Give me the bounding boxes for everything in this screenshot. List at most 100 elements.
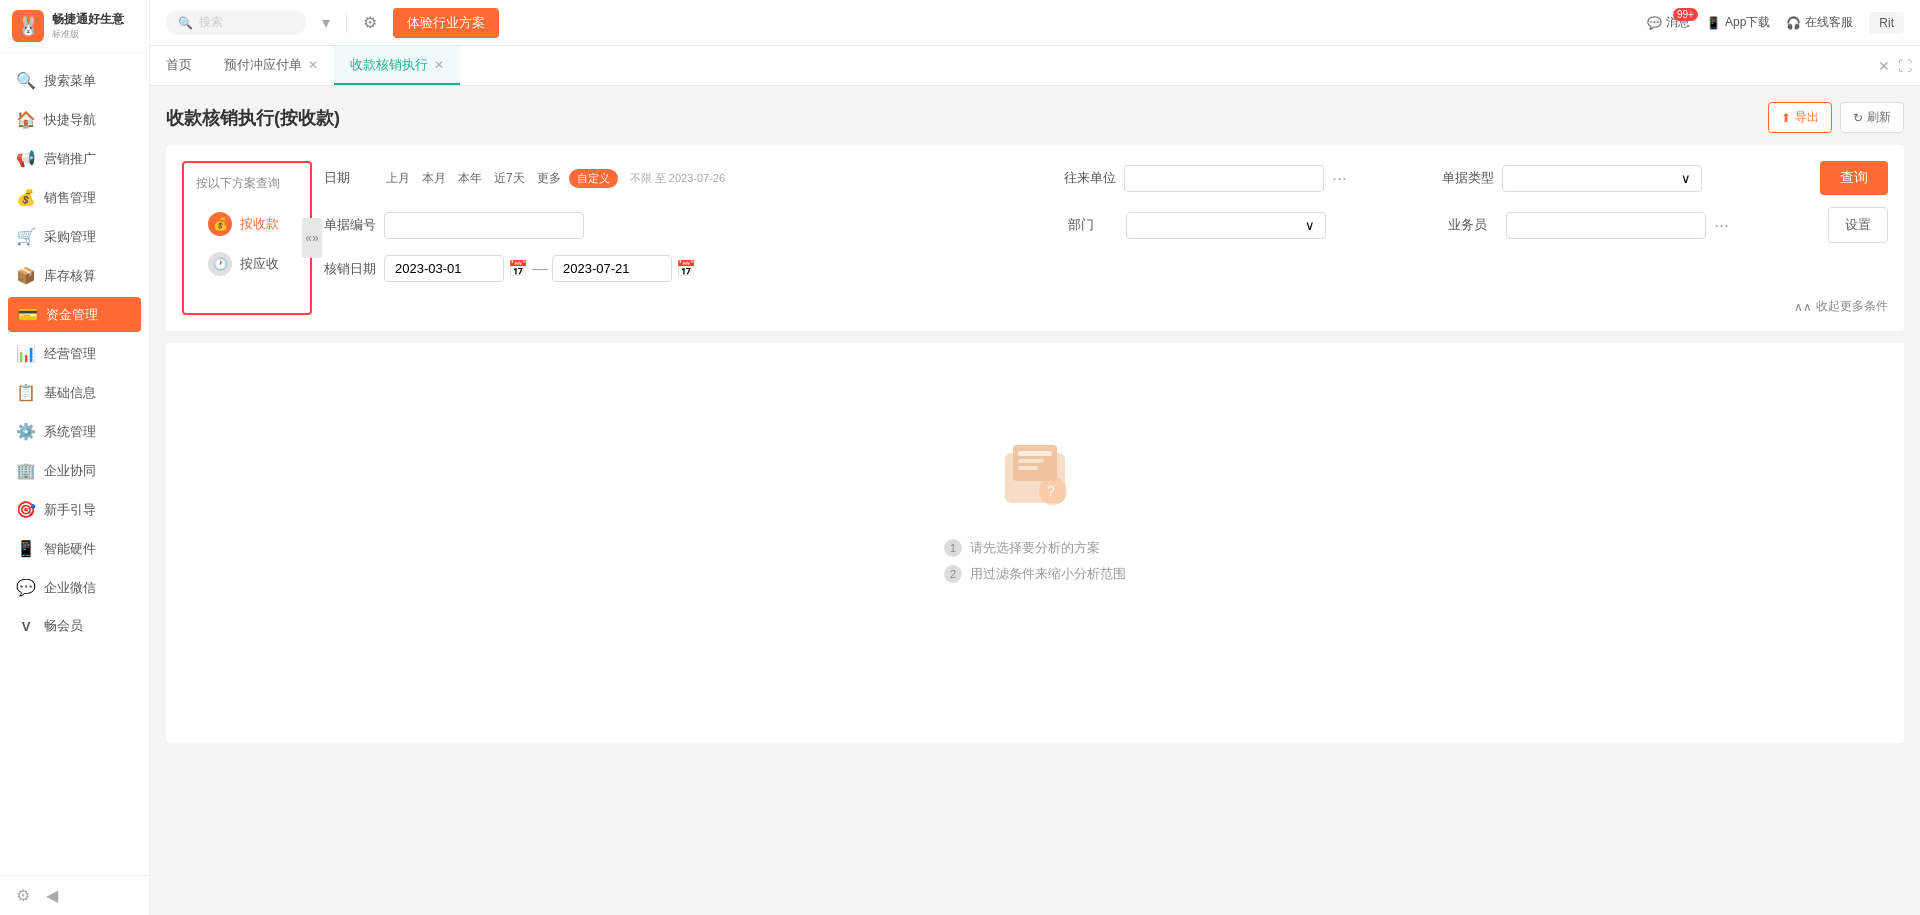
content-area: ? 1 请先选择要分析的方案 2 用过滤条件来缩小分析范围 bbox=[166, 343, 1904, 743]
sidebar-nav: 🔍 搜索菜单 🏠 快捷导航 📢 营销推广 💰 销售管理 🛒 采购管理 📦 库存核… bbox=[0, 53, 149, 875]
query-button[interactable]: 查询 bbox=[1820, 161, 1888, 195]
sales-icon: 💰 bbox=[16, 188, 36, 207]
collapse-more-button[interactable]: ∧∧ 收起更多条件 bbox=[324, 298, 1888, 315]
chevron-up-icon: ∧∧ bbox=[1794, 300, 1812, 314]
verify-end-cal-icon[interactable]: 📅 bbox=[676, 259, 696, 278]
dept-label: 部门 bbox=[1068, 216, 1118, 234]
collapse-sidebar-icon[interactable]: ◀ bbox=[46, 886, 58, 905]
dept-chevron-icon: ∨ bbox=[1305, 218, 1315, 233]
finance-icon: 💳 bbox=[18, 305, 38, 324]
receivable-query-icon: 🕐 bbox=[208, 252, 232, 276]
empty-tip-2: 2 用过滤条件来缩小分析范围 bbox=[944, 565, 1126, 583]
sidebar-item-wechat[interactable]: 💬 企业微信 bbox=[0, 568, 149, 607]
sidebar-item-finance[interactable]: 💳 资金管理 bbox=[8, 297, 141, 332]
setting-button[interactable]: 设置 bbox=[1828, 207, 1888, 243]
industry-solution-button[interactable]: 体验行业方案 bbox=[393, 8, 499, 38]
empty-tips: 1 请先选择要分析的方案 2 用过滤条件来缩小分析范围 bbox=[944, 539, 1126, 583]
hardware-icon: 📱 bbox=[16, 539, 36, 558]
sidebar-item-shortcut[interactable]: 🏠 快捷导航 bbox=[0, 100, 149, 139]
topbar-divider bbox=[346, 13, 347, 33]
sidebar-item-hardware[interactable]: 📱 智能硬件 bbox=[0, 529, 149, 568]
close-prepay-tab-icon[interactable]: ✕ bbox=[308, 58, 318, 72]
empty-tip-1: 1 请先选择要分析的方案 bbox=[944, 539, 1126, 557]
empty-state: ? 1 请先选择要分析的方案 2 用过滤条件来缩小分析范围 bbox=[166, 343, 1904, 663]
date-custom[interactable]: 自定义 bbox=[569, 169, 618, 188]
verify-end-date-input[interactable] bbox=[552, 255, 672, 282]
collapse-query-panel-button[interactable]: «» bbox=[302, 218, 322, 258]
verify-date-group: 核销日期 📅 — 📅 bbox=[324, 255, 1888, 282]
date-range-text: 不限 至 2023-07-26 bbox=[630, 171, 725, 186]
staff-label: 业务员 bbox=[1448, 216, 1498, 234]
inventory-icon: 📦 bbox=[16, 266, 36, 285]
gear-icon[interactable]: ⚙ bbox=[363, 13, 377, 32]
docno-input[interactable] bbox=[384, 212, 584, 239]
tab-home[interactable]: 首页 bbox=[150, 46, 208, 85]
dept-dropdown[interactable]: ∨ bbox=[1126, 212, 1326, 239]
date-this-year[interactable]: 本年 bbox=[454, 168, 486, 189]
partner-dots-icon[interactable]: ··· bbox=[1332, 168, 1347, 189]
dept-filter-group: 部门 ∨ bbox=[1068, 212, 1432, 239]
logo-text: 畅捷通好生意 标准版 bbox=[52, 11, 124, 41]
sidebar: 🐰 畅捷通好生意 标准版 🔍 搜索菜单 🏠 快捷导航 📢 营销推广 💰 销售管理… bbox=[0, 0, 150, 915]
refresh-icon: ↻ bbox=[1853, 111, 1863, 125]
doctype-label: 单据类型 bbox=[1442, 169, 1494, 187]
online-service-button[interactable]: 🎧 在线客服 bbox=[1786, 14, 1853, 31]
date-7days[interactable]: 近7天 bbox=[490, 168, 529, 189]
search-nav-icon: 🔍 bbox=[16, 71, 36, 90]
export-icon: ⬆ bbox=[1781, 111, 1791, 125]
topbar-search[interactable]: 🔍 搜索 bbox=[166, 10, 306, 35]
close-receipt-tab-icon[interactable]: ✕ bbox=[434, 58, 444, 72]
tab-prepay[interactable]: 预付冲应付单 ✕ bbox=[208, 46, 334, 85]
user-menu[interactable]: Rit bbox=[1869, 12, 1904, 34]
partner-input[interactable] bbox=[1124, 165, 1324, 192]
query-type-panel: 按以下方案查询 💰 按收款 🕐 按应收 «» bbox=[182, 161, 312, 315]
sidebar-item-system[interactable]: ⚙️ 系统管理 bbox=[0, 412, 149, 451]
svg-text:?: ? bbox=[1047, 483, 1055, 499]
settings-footer-icon[interactable]: ⚙ bbox=[16, 886, 30, 905]
partner-label: 往来单位 bbox=[1064, 169, 1116, 187]
topbar: 🔍 搜索 ▾ ⚙ 体验行业方案 💬 消息 99+ 📱 App下载 🎧 在线客服 … bbox=[150, 0, 1920, 46]
message-button[interactable]: 💬 消息 99+ bbox=[1647, 14, 1690, 31]
member-icon: V bbox=[16, 619, 36, 634]
home-icon: 🏠 bbox=[16, 110, 36, 129]
sidebar-item-operations[interactable]: 📊 经营管理 bbox=[0, 334, 149, 373]
close-window-icon[interactable]: ✕ bbox=[1878, 58, 1890, 74]
sidebar-item-marketing[interactable]: 📢 营销推广 bbox=[0, 139, 149, 178]
date-more[interactable]: 更多 bbox=[533, 168, 565, 189]
date-this-month[interactable]: 本月 bbox=[418, 168, 450, 189]
sidebar-item-search[interactable]: 🔍 搜索菜单 bbox=[0, 61, 149, 100]
staff-input[interactable] bbox=[1506, 212, 1706, 239]
verify-start-date-input[interactable] bbox=[384, 255, 504, 282]
staff-filter-group: 业务员 ··· bbox=[1448, 212, 1812, 239]
sidebar-item-sales[interactable]: 💰 销售管理 bbox=[0, 178, 149, 217]
query-type-by-receivable[interactable]: 🕐 按应收 bbox=[196, 244, 298, 284]
message-icon: 💬 bbox=[1647, 16, 1662, 30]
operations-icon: 📊 bbox=[16, 344, 36, 363]
page-title: 收款核销执行(按收款) bbox=[166, 106, 340, 130]
date-range-separator: — bbox=[532, 260, 548, 278]
sidebar-item-purchase[interactable]: 🛒 采购管理 bbox=[0, 217, 149, 256]
maximize-window-icon[interactable]: ⛶ bbox=[1898, 58, 1912, 74]
app-download-button[interactable]: 📱 App下载 bbox=[1706, 14, 1770, 31]
doctype-dropdown[interactable]: ∨ bbox=[1502, 165, 1702, 192]
system-icon: ⚙️ bbox=[16, 422, 36, 441]
date-last-month[interactable]: 上月 bbox=[382, 168, 414, 189]
sidebar-item-basic[interactable]: 📋 基础信息 bbox=[0, 373, 149, 412]
page-header: 收款核销执行(按收款) ⬆ 导出 ↻ 刷新 bbox=[166, 102, 1904, 133]
main-area: 🔍 搜索 ▾ ⚙ 体验行业方案 💬 消息 99+ 📱 App下载 🎧 在线客服 … bbox=[150, 0, 1920, 915]
refresh-button[interactable]: ↻ 刷新 bbox=[1840, 102, 1904, 133]
sidebar-item-inventory[interactable]: 📦 库存核算 bbox=[0, 256, 149, 295]
sidebar-item-guide[interactable]: 🎯 新手引导 bbox=[0, 490, 149, 529]
topbar-dropdown-icon[interactable]: ▾ bbox=[322, 13, 330, 32]
export-button[interactable]: ⬆ 导出 bbox=[1768, 102, 1832, 133]
filter-row-3: 核销日期 📅 — 📅 bbox=[324, 255, 1888, 282]
filter-row-1: 日期 上月 本月 本年 近7天 更多 自定义 不限 至 2023-07-26 bbox=[324, 161, 1888, 195]
tip-num-1: 1 bbox=[944, 539, 962, 557]
sidebar-item-member[interactable]: V 畅会员 bbox=[0, 607, 149, 645]
tab-receipt[interactable]: 收款核销执行 ✕ bbox=[334, 46, 460, 85]
doctype-chevron-icon: ∨ bbox=[1681, 171, 1691, 186]
query-type-by-receipt[interactable]: 💰 按收款 bbox=[196, 204, 298, 244]
sidebar-item-enterprise[interactable]: 🏢 企业协同 bbox=[0, 451, 149, 490]
staff-dots-icon[interactable]: ··· bbox=[1714, 215, 1729, 236]
verify-start-cal-icon[interactable]: 📅 bbox=[508, 259, 528, 278]
